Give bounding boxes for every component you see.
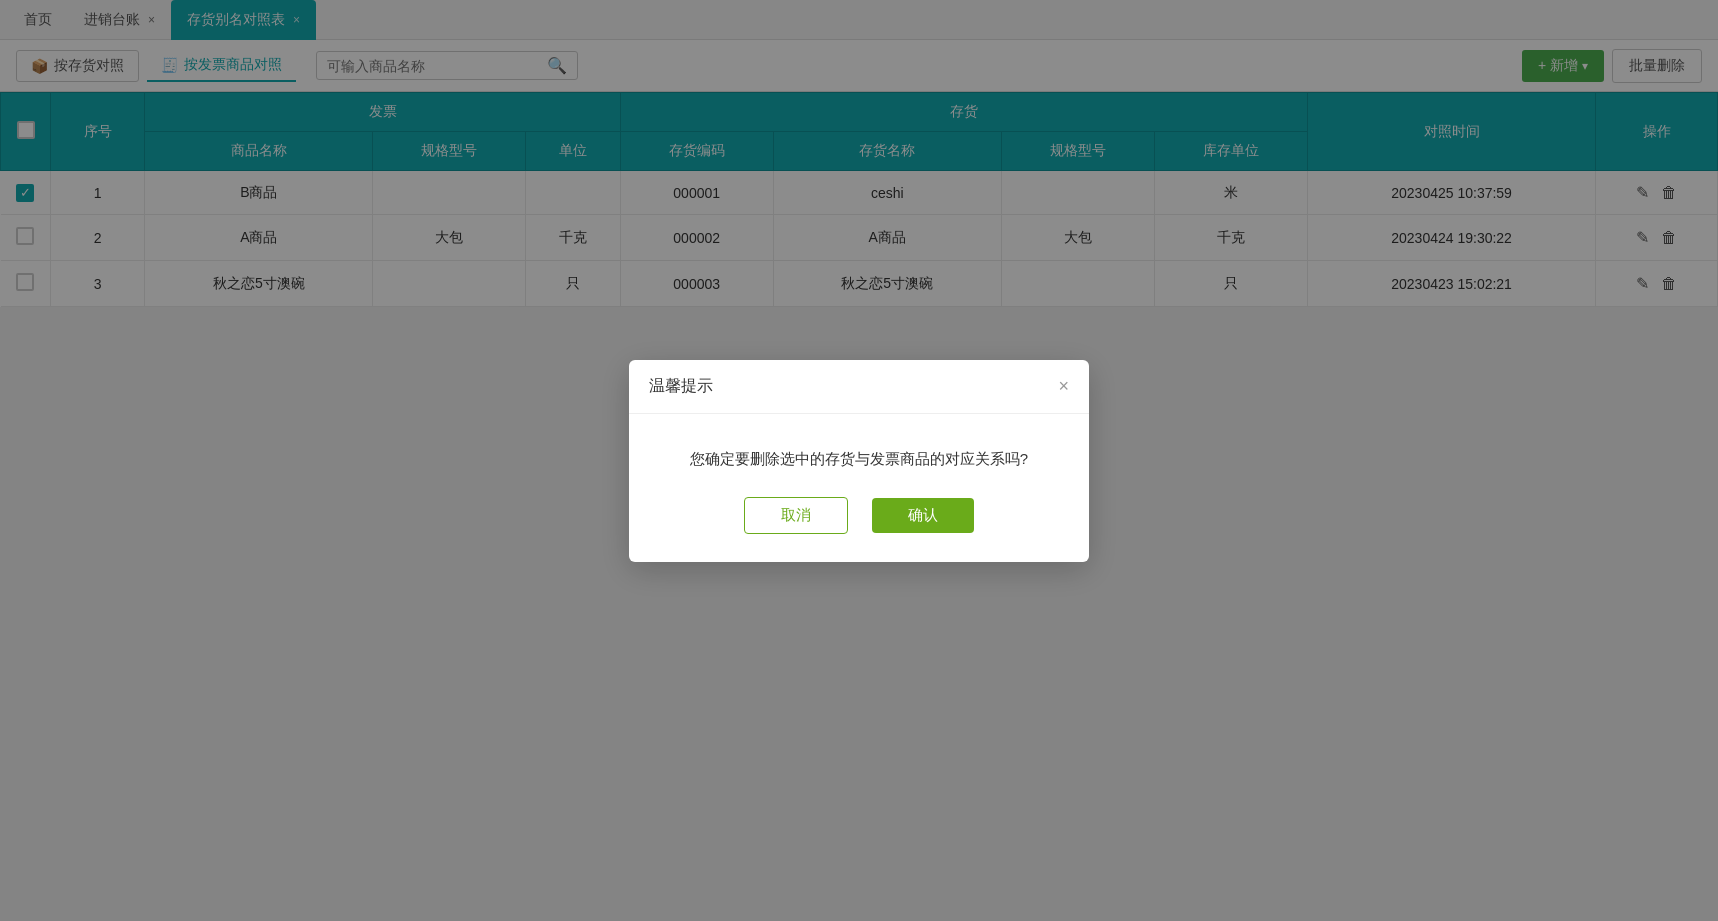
modal-overlay: 温馨提示 × 您确定要删除选中的存货与发票商品的对应关系吗? 取消 确认 bbox=[0, 0, 1718, 307]
